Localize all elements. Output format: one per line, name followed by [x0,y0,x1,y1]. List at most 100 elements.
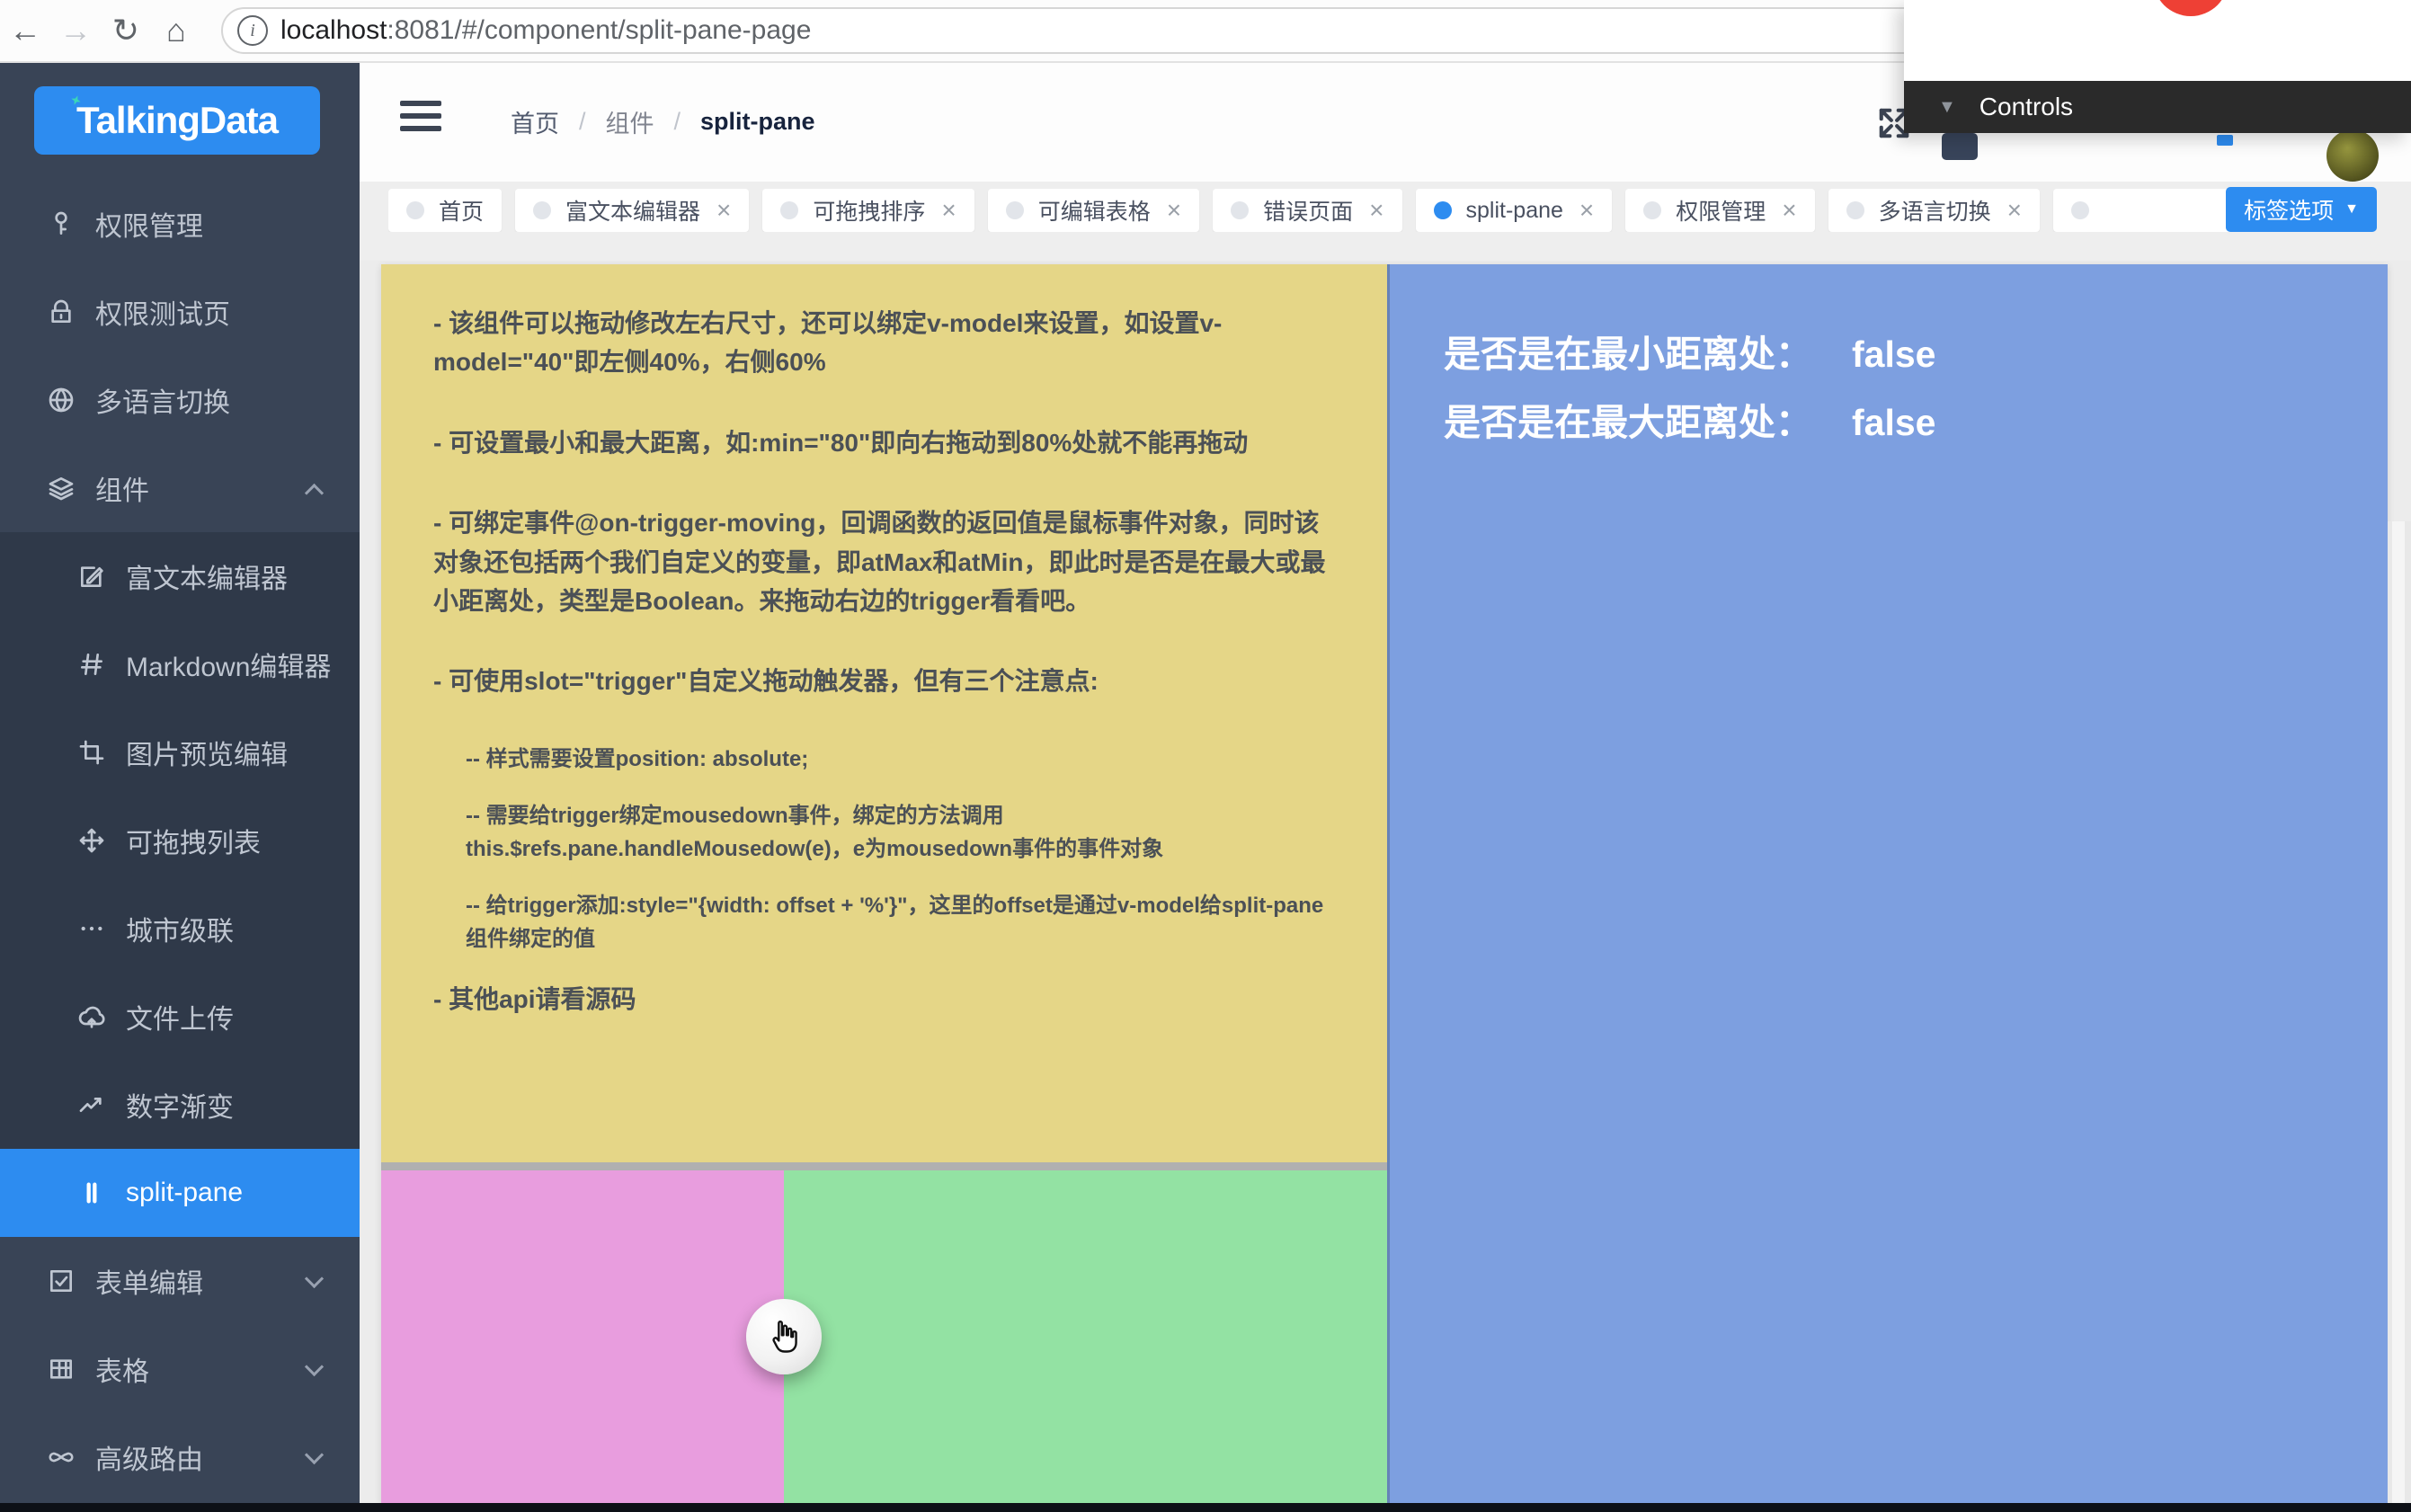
pause-icon [86,1182,97,1204]
tab-label: 权限管理 [1676,200,1766,225]
sidebar-top-group: 权限管理 权限测试页 多语言切换 组件 [0,180,360,532]
page-info-icon[interactable]: i [237,15,268,46]
controls-title: Controls [1979,93,2074,120]
menu-toggle-icon[interactable] [400,101,441,140]
status-label: 是否是在最小距离处： [1444,334,1812,375]
breadcrumb-separator: / [579,107,586,135]
record-dot-icon [2153,0,2229,16]
description-pane: - 该组件可以拖动修改左右尺寸，还可以绑定v-model来设置，如设置v-mod… [381,264,1387,1162]
sidebar-subitem[interactable]: 富文本编辑器 [0,532,360,620]
checkbox-icon [50,1270,72,1292]
tab[interactable]: split-pane × [1415,189,1613,232]
tab-dot [780,201,799,219]
sidebar-subitem-label: 文件上传 [126,1005,234,1035]
tag-options-button[interactable]: 标签选项 ▼ [2226,187,2377,232]
breadcrumb-home[interactable]: 首页 [511,104,559,139]
description-bullet: - 该组件可以拖动修改左右尺寸，还可以绑定v-model来设置，如设置v-mod… [433,309,1223,377]
tab-dot [533,201,552,219]
sidebar-item-label: 表格 [95,1357,149,1387]
sidebar-item-label: 多语言切换 [95,388,230,418]
sidebar-subitem-label: 数字渐变 [126,1093,234,1123]
split-left-pane: - 该组件可以拖动修改左右尺寸，还可以绑定v-model来设置，如设置v-mod… [381,264,1387,1503]
description-bullet: -- 样式需要设置position: absolute; [466,746,809,771]
sidebar-subitem[interactable]: Markdown编辑器 [0,620,360,708]
tab-label: 首页 [439,200,485,225]
tab[interactable]: 可拖拽排序 × [762,189,974,232]
hand-cursor-icon [771,1320,797,1353]
scrollbar[interactable] [2388,521,2411,1512]
tab-dot [2071,201,2090,219]
app-logo[interactable]: TalkingData [34,86,320,155]
tab-dot [1433,201,1452,219]
sidebar-submenu-components: 富文本编辑器 Markdown编辑器 图片预览编辑 可拖拽列表 城市级联 文件上… [0,532,360,1237]
close-icon[interactable]: × [941,196,956,225]
tab-label: 可编辑表格 [1037,200,1151,225]
close-icon[interactable]: × [1782,196,1796,225]
sidebar-subitem[interactable]: 数字渐变 [0,1061,360,1149]
sidebar: TalkingData 权限管理 权限测试页 多语言切换 组件 富文本编辑器 M… [0,61,360,1512]
screen: ← → ↻ ⌂ i localhost:8081/#/component/spl… [0,0,2411,1512]
hash-icon [81,654,102,675]
sidebar-subitem[interactable]: 可拖拽列表 [0,796,360,885]
close-icon[interactable]: × [1369,196,1383,225]
tab[interactable]: 权限管理 × [1625,189,1815,232]
sidebar-subitem[interactable]: 文件上传 [0,973,360,1061]
message-icon[interactable] [1942,133,1978,160]
sidebar-item-label: 组件 [95,476,149,506]
breadcrumb: 首页 / 组件 / split-pane [511,61,815,182]
tab-label: 可拖拽排序 [813,200,926,225]
sidebar-item-label: 高级路由 [95,1445,203,1475]
description-bullet: - 可使用slot="trigger"自定义拖动触发器，但有三个注意点: [433,667,1099,696]
sidebar-item[interactable]: 权限测试页 [0,268,360,356]
split-pane-demo: - 该组件可以拖动修改左右尺寸，还可以绑定v-model来设置，如设置v-mod… [381,264,2388,1503]
move-icon [79,828,104,853]
sidebar-subitem[interactable]: split-pane [0,1149,360,1237]
sidebar-item[interactable]: 表格 [0,1325,360,1413]
close-icon[interactable]: × [716,196,731,225]
breadcrumb-section[interactable]: 组件 [606,104,654,139]
refresh-icon[interactable]: ↻ [101,12,151,49]
description-bullet: - 其他api请看源码 [433,984,636,1013]
caret-down-icon[interactable]: ▼ [1938,97,1956,118]
sidebar-item[interactable]: 表单编辑 [0,1237,360,1325]
open-tabs-bar: 首页 富文本编辑器 × 可拖拽排序 × 可编辑表格 × 错误页面 × split… [360,182,2411,261]
sidebar-subitem[interactable]: 图片预览编辑 [0,708,360,796]
custom-drag-trigger[interactable] [745,1299,822,1374]
sidebar-item-label: 权限测试页 [95,300,230,330]
tab-dot [406,201,424,219]
sidebar-item[interactable]: 组件 [0,444,360,532]
close-icon[interactable]: × [1167,196,1181,225]
sidebar-subitem-label: 可拖拽列表 [126,829,261,858]
status-label: 是否是在最大距离处： [1444,402,1812,443]
tab[interactable]: 多语言切换 × [1828,189,2041,232]
tab-dot [1846,201,1864,219]
tab[interactable]: 可编辑表格 × [987,189,1200,232]
avatar[interactable] [2326,129,2379,182]
tab[interactable]: 错误页面 × [1213,189,1402,232]
sidebar-item[interactable]: 高级路由 [0,1413,360,1501]
sidebar-item[interactable]: 权限管理 [0,180,360,268]
controls-bar[interactable]: ▼ Controls [1904,81,2411,133]
sidebar-subitem[interactable]: 城市级联 [0,885,360,973]
close-icon[interactable]: × [1579,196,1594,225]
url-text: localhost:8081/#/component/split-pane-pa… [280,15,812,45]
tab-dot [1005,201,1024,219]
language-icon[interactable] [2217,135,2233,146]
sidebar-subitem-label: 富文本编辑器 [126,565,288,594]
tab-dot [1231,201,1250,219]
bottom-edge-strip [0,1503,2411,1512]
home-icon[interactable]: ⌂ [151,12,201,49]
trend-icon [79,1098,102,1112]
horizontal-split-trigger[interactable] [381,1162,1387,1170]
sidebar-menu: 权限管理 权限测试页 多语言切换 组件 富文本编辑器 Markdown编辑器 图… [0,180,360,1501]
forward-icon[interactable]: → [50,12,101,49]
tab[interactable]: 富文本编辑器 × [515,189,750,232]
close-icon[interactable]: × [2007,196,2022,225]
description-bullet: -- 需要给trigger绑定mousedown事件，绑定的方法调用 this.… [466,803,1164,862]
back-icon[interactable]: ← [0,12,50,49]
cloud-upload-icon [78,1006,105,1028]
tab[interactable]: 首页 [388,189,503,232]
controls-overlay-panel: ▼ Controls [1904,0,2411,133]
sidebar-item[interactable]: 多语言切换 [0,356,360,444]
status-value: false [1852,334,1936,375]
